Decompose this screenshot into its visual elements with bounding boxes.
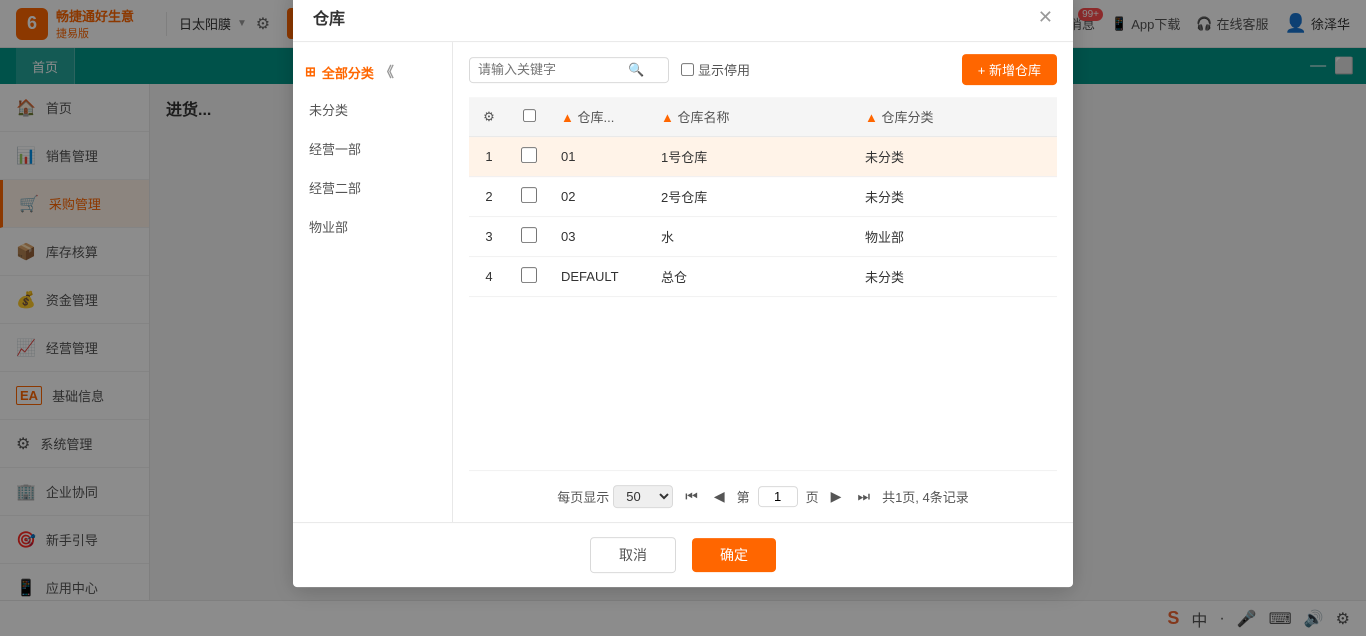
page-number-input[interactable] xyxy=(758,486,798,507)
prev-page-button[interactable]: ◀ xyxy=(710,486,729,507)
row-checkbox-cell[interactable] xyxy=(509,177,549,217)
confirm-button[interactable]: 确定 xyxy=(692,538,776,572)
search-icon: 🔍 xyxy=(628,62,644,78)
cancel-button[interactable]: 取消 xyxy=(590,537,676,573)
modal-body: ⊞ 全部分类 《 未分类 经营一部 经营二部 物业部 🔍 xyxy=(293,42,1073,522)
modal-cat-business1[interactable]: 经营一部 xyxy=(293,129,452,168)
first-page-button[interactable]: ⏮ xyxy=(681,486,702,507)
row-code: 02 xyxy=(549,177,649,217)
next-page-button[interactable]: ▶ xyxy=(827,486,846,507)
table-header-row: ⚙ ▲ 仓库... ▲ 仓库名称 ▲ 仓库分类 xyxy=(469,97,1057,137)
per-page-select: 每页显示 50 100 xyxy=(557,485,673,508)
sidebar-all-categories: 全部分类 xyxy=(322,63,374,82)
row-code: DEFAULT xyxy=(549,257,649,297)
add-warehouse-button[interactable]: + 新增仓库 xyxy=(962,54,1057,85)
collapse-icon[interactable]: 《 xyxy=(380,62,394,82)
row-code: 01 xyxy=(549,137,649,177)
modal-cat-business2[interactable]: 经营二部 xyxy=(293,168,452,207)
row-index-cell: 1 xyxy=(469,137,509,177)
row-checkbox[interactable] xyxy=(521,147,537,163)
modal-close-button[interactable]: ✕ xyxy=(1038,7,1053,28)
row-checkbox-cell[interactable] xyxy=(509,137,549,177)
select-all-checkbox[interactable] xyxy=(523,109,536,122)
total-info: 共1页, 4条记录 xyxy=(882,487,969,506)
modal-title: 仓库 xyxy=(313,5,345,29)
row-category: 未分类 xyxy=(853,257,1057,297)
th-name: ▲ 仓库名称 xyxy=(649,97,853,137)
table-container: ⚙ ▲ 仓库... ▲ 仓库名称 ▲ 仓库分类 1 01 1号仓库 未分类 2 … xyxy=(469,97,1057,470)
per-page-dropdown[interactable]: 50 100 xyxy=(613,485,673,508)
modal-cat-property[interactable]: 物业部 xyxy=(293,207,452,246)
table-body: 1 01 1号仓库 未分类 2 02 2号仓库 未分类 3 03 水 物业部 4… xyxy=(469,137,1057,297)
row-name: 总仓 xyxy=(649,257,853,297)
table-row[interactable]: 2 02 2号仓库 未分类 xyxy=(469,177,1057,217)
warehouse-modal: 仓库 ✕ ⊞ 全部分类 《 未分类 经营一部 经营二部 物业部 xyxy=(293,0,1073,587)
th-checkbox xyxy=(509,97,549,137)
row-code: 03 xyxy=(549,217,649,257)
row-index-cell: 2 xyxy=(469,177,509,217)
modal-sidebar-header: ⊞ 全部分类 《 xyxy=(293,54,452,90)
show-disabled-checkbox[interactable] xyxy=(681,63,694,76)
modal-footer: 取消 确定 xyxy=(293,522,1073,587)
row-category: 物业部 xyxy=(853,217,1057,257)
row-checkbox[interactable] xyxy=(521,227,537,243)
last-page-button[interactable]: ⏭ xyxy=(853,486,874,507)
table-row[interactable]: 4 DEFAULT 总仓 未分类 xyxy=(469,257,1057,297)
row-checkbox-cell[interactable] xyxy=(509,257,549,297)
row-name: 1号仓库 xyxy=(649,137,853,177)
th-category: ▲ 仓库分类 xyxy=(853,97,1057,137)
search-box[interactable]: 🔍 xyxy=(469,57,669,83)
show-disabled-label[interactable]: 显示停用 xyxy=(681,60,750,79)
modal-header: 仓库 ✕ xyxy=(293,0,1073,42)
table-row[interactable]: 3 03 水 物业部 xyxy=(469,217,1057,257)
search-input[interactable] xyxy=(478,62,628,77)
row-index-cell: 4 xyxy=(469,257,509,297)
th-code: ▲ 仓库... xyxy=(549,97,649,137)
modal-pagination: 每页显示 50 100 ⏮ ◀ 第 页 ▶ ⏭ 共1页, 4条记录 xyxy=(469,470,1057,522)
modal-toolbar: 🔍 显示停用 + 新增仓库 xyxy=(469,54,1057,85)
row-name: 水 xyxy=(649,217,853,257)
table-row[interactable]: 1 01 1号仓库 未分类 xyxy=(469,137,1057,177)
modal-category-sidebar: ⊞ 全部分类 《 未分类 经营一部 经营二部 物业部 xyxy=(293,42,453,522)
row-checkbox-cell[interactable] xyxy=(509,217,549,257)
modal-cat-unclassified[interactable]: 未分类 xyxy=(293,90,452,129)
th-index: ⚙ xyxy=(469,97,509,137)
row-index-cell: 3 xyxy=(469,217,509,257)
warehouse-table: ⚙ ▲ 仓库... ▲ 仓库名称 ▲ 仓库分类 1 01 1号仓库 未分类 2 … xyxy=(469,97,1057,297)
grid-icon: ⊞ xyxy=(305,64,316,80)
row-checkbox[interactable] xyxy=(521,187,537,203)
row-category: 未分类 xyxy=(853,177,1057,217)
row-checkbox[interactable] xyxy=(521,267,537,283)
row-category: 未分类 xyxy=(853,137,1057,177)
row-name: 2号仓库 xyxy=(649,177,853,217)
modal-main: 🔍 显示停用 + 新增仓库 ⚙ ▲ 仓库... ▲ 仓库名称 ▲ 仓库分类 1 xyxy=(453,42,1073,522)
